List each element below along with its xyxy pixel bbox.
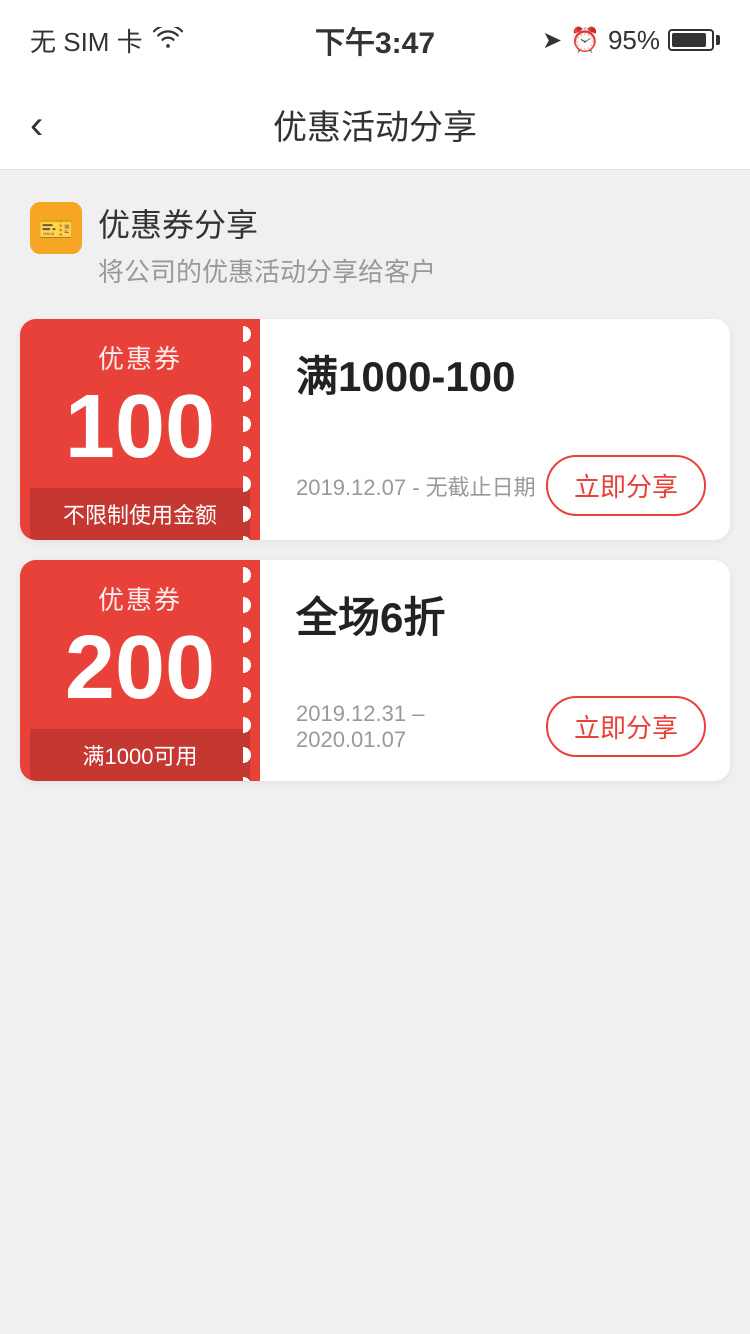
coupon-name-1: 全场6折 bbox=[296, 584, 706, 645]
section-icon: 🎫 bbox=[30, 202, 82, 254]
battery-icon bbox=[668, 29, 720, 51]
coupon-right-0: 满1000-100 2019.12.07 - 无截止日期 立即分享 bbox=[260, 319, 730, 540]
coupon-card: 优惠券 200 满1000可用 全场6折 2019.12.31 – 2020.0… bbox=[20, 560, 730, 781]
coupon-left-1: 优惠券 200 满1000可用 bbox=[20, 560, 260, 781]
wifi-icon bbox=[153, 25, 183, 56]
coupon-left-0: 优惠券 100 不限制使用金额 bbox=[20, 319, 260, 540]
coupon-bottom-row-1: 2019.12.31 – 2020.01.07 立即分享 bbox=[296, 696, 706, 757]
coupon-name-0: 满1000-100 bbox=[296, 343, 706, 404]
coupon-amount-0: 100 bbox=[65, 382, 215, 472]
coupon-label-0: 优惠券 bbox=[98, 339, 182, 376]
share-button-0[interactable]: 立即分享 bbox=[546, 455, 706, 516]
section-title: 优惠券分享 bbox=[98, 200, 436, 246]
empty-area bbox=[0, 811, 750, 1311]
nav-bar: ‹ 优惠活动分享 bbox=[0, 80, 750, 170]
section-text-block: 优惠券分享 将公司的优惠活动分享给客户 bbox=[98, 200, 436, 289]
coupon-amount-1: 200 bbox=[65, 623, 215, 713]
coupon-date-0: 2019.12.07 - 无截止日期 bbox=[296, 470, 536, 502]
back-button[interactable]: ‹ bbox=[30, 105, 43, 145]
status-time: 下午3:47 bbox=[315, 18, 435, 62]
status-right: ➤ ⏰ 95% bbox=[542, 25, 720, 56]
battery-percent: 95% bbox=[608, 25, 660, 56]
coupon-right-1: 全场6折 2019.12.31 – 2020.01.07 立即分享 bbox=[260, 560, 730, 781]
coupon-bottom-row-0: 2019.12.07 - 无截止日期 立即分享 bbox=[296, 455, 706, 516]
coupon-date-1: 2019.12.31 – 2020.01.07 bbox=[296, 701, 536, 753]
status-bar: 无 SIM 卡 下午3:47 ➤ ⏰ 95% bbox=[0, 0, 750, 80]
section-subtitle: 将公司的优惠活动分享给客户 bbox=[98, 252, 436, 289]
location-icon: ➤ bbox=[542, 26, 562, 55]
carrier-text: 无 SIM 卡 bbox=[30, 22, 143, 59]
coupon-condition-0: 不限制使用金额 bbox=[30, 488, 250, 540]
status-left: 无 SIM 卡 bbox=[30, 22, 183, 59]
page-title: 优惠活动分享 bbox=[273, 100, 477, 149]
coupon-list: 优惠券 100 不限制使用金额 满1000-100 2019.12.07 - 无… bbox=[0, 309, 750, 811]
section-header: 🎫 优惠券分享 将公司的优惠活动分享给客户 bbox=[0, 170, 750, 309]
coupon-card: 优惠券 100 不限制使用金额 满1000-100 2019.12.07 - 无… bbox=[20, 319, 730, 540]
coupon-condition-1: 满1000可用 bbox=[30, 729, 250, 781]
alarm-icon: ⏰ bbox=[570, 26, 600, 55]
coupon-label-1: 优惠券 bbox=[98, 580, 182, 617]
share-button-1[interactable]: 立即分享 bbox=[546, 696, 706, 757]
